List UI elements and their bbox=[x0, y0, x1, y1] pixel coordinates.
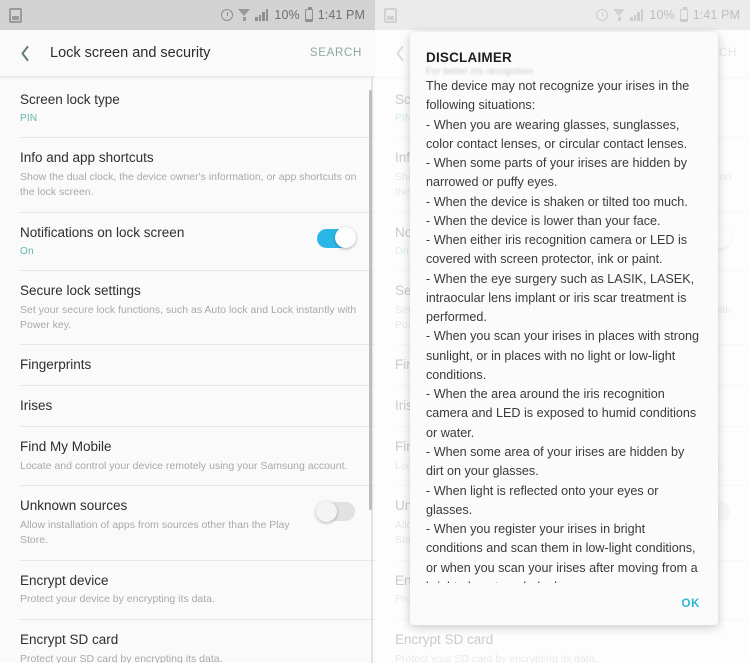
settings-row-subtitle: Locate and control your device remotely … bbox=[20, 460, 348, 472]
settings-row-subtitle: Protect your SD card by encrypting its d… bbox=[395, 652, 598, 663]
settings-row-title: Screen lock type bbox=[20, 92, 120, 107]
search-button[interactable]: SEARCH bbox=[310, 47, 362, 59]
dialog-footer: OK bbox=[426, 583, 702, 625]
settings-row-texts: Fingerprints bbox=[20, 357, 359, 374]
scrollbar-track[interactable] bbox=[369, 0, 373, 663]
alarm-icon bbox=[221, 9, 234, 21]
dialog-paragraph: - When you are wearing glasses, sunglass… bbox=[426, 117, 688, 151]
screenshot-icon bbox=[384, 7, 397, 23]
dialog-paragraph: - When the device is shaken or tilted to… bbox=[426, 194, 688, 209]
dialog-paragraph: - When either iris recognition camera or… bbox=[426, 233, 688, 267]
battery-percent-label: 10% bbox=[649, 8, 675, 22]
settings-row-texts: Irises bbox=[20, 398, 359, 415]
signal-icon bbox=[630, 9, 644, 21]
toggle-knob bbox=[335, 227, 356, 249]
settings-row-texts: Find My Mobile Locate and control your de… bbox=[20, 439, 359, 474]
dialog-paragraph: - When the area around the iris recognit… bbox=[426, 387, 697, 440]
clock-label: 1:41 PM bbox=[692, 8, 740, 22]
dialog-paragraph: The device may not recognize your irises… bbox=[426, 78, 690, 113]
screenshot-icon bbox=[9, 7, 22, 23]
wifi-icon bbox=[238, 9, 251, 21]
status-bar-right-icons: 10% 1:41 PM bbox=[221, 6, 365, 22]
scrollbar-thumb[interactable] bbox=[369, 90, 372, 510]
settings-row-texts: Unknown sources Allow installation of app… bbox=[20, 498, 317, 548]
settings-row-toggle[interactable] bbox=[316, 500, 355, 522]
settings-row-subtitle: Protect your SD card by encrypting its d… bbox=[20, 652, 223, 663]
dialog-paragraph: - When you scan your irises in places wi… bbox=[426, 329, 699, 382]
settings-row[interactable]: Info and app shortcuts Show the dual cloc… bbox=[0, 138, 375, 211]
settings-row[interactable]: Irises bbox=[0, 386, 375, 426]
phone-screen-right: 10% 1:41 PM Lock screen and security SEA… bbox=[375, 0, 750, 663]
settings-row-texts: Secure lock settings Set your secure lock… bbox=[20, 283, 359, 333]
dialog-paragraph: - When you register your irises in brigh… bbox=[426, 522, 698, 583]
settings-row[interactable]: Encrypt device Protect your device by enc… bbox=[0, 561, 375, 619]
status-bar-right: 10% 1:41 PM bbox=[375, 0, 750, 30]
dialog-scrolled-text: For better iris recognition bbox=[426, 66, 534, 76]
signal-icon bbox=[255, 9, 269, 21]
battery-icon bbox=[304, 6, 313, 22]
settings-row-texts: Notifications on lock screen On bbox=[20, 225, 317, 259]
phone-screen-left: 10% 1:41 PM Lock screen and security SEA… bbox=[0, 0, 375, 663]
settings-row: Encrypt SD card Protect your SD card by e… bbox=[375, 620, 750, 663]
settings-row-title: Encrypt SD card bbox=[395, 631, 494, 647]
wifi-icon bbox=[613, 9, 626, 21]
settings-row-subtitle: Protect your device by encrypting its da… bbox=[20, 593, 215, 606]
app-bar-left: Lock screen and security SEARCH bbox=[0, 30, 375, 76]
settings-list[interactable]: Screen lock type PIN Info and app shortcut… bbox=[0, 80, 375, 663]
alarm-icon bbox=[596, 9, 609, 21]
settings-row-texts: Encrypt SD card Protect your SD card by e… bbox=[20, 632, 359, 663]
dialog-paragraph: - When light is reflected onto your eyes… bbox=[426, 483, 659, 517]
ok-button[interactable]: OK bbox=[682, 598, 700, 610]
settings-row-subtitle: On bbox=[20, 245, 34, 257]
settings-row-title: Unknown sources bbox=[20, 498, 128, 514]
battery-icon bbox=[679, 6, 688, 22]
settings-row-texts: Encrypt device Protect your device by enc… bbox=[20, 573, 359, 608]
dialog-body-text[interactable]: The device may not recognize your irises… bbox=[426, 77, 702, 583]
toggle-knob bbox=[316, 500, 337, 522]
settings-row-title: Notifications on lock screen bbox=[20, 224, 185, 240]
settings-row-title: Irises bbox=[20, 398, 53, 414]
screenshot-root: 10% 1:41 PM Lock screen and security SEA… bbox=[0, 0, 750, 663]
settings-row[interactable]: Notifications on lock screen On bbox=[0, 213, 375, 270]
settings-row[interactable]: Encrypt SD card Protect your SD card by e… bbox=[0, 620, 375, 663]
settings-row-title: Secure lock settings bbox=[20, 283, 141, 299]
settings-row[interactable]: Fingerprints bbox=[0, 345, 375, 385]
status-bar-left-icons bbox=[9, 7, 22, 23]
settings-row-title: Fingerprints bbox=[20, 357, 92, 373]
dialog-paragraph: - When the eye surgery such as LASIK, LA… bbox=[426, 271, 695, 325]
dialog-paragraph: - When the device is lower than your fac… bbox=[426, 213, 661, 228]
dialog-paragraph: - When some parts of your irises are hid… bbox=[426, 156, 688, 190]
disclaimer-dialog: DISCLAIMER For better iris recognition T… bbox=[410, 32, 718, 625]
settings-row-texts: Encrypt SD card Protect your SD card by e… bbox=[395, 632, 734, 663]
settings-row-texts: Info and app shortcuts Show the dual cloc… bbox=[20, 150, 359, 200]
settings-row[interactable]: Secure lock settings Set your secure lock… bbox=[0, 271, 375, 344]
settings-row-title: Encrypt device bbox=[20, 572, 109, 588]
back-arrow-icon[interactable] bbox=[14, 44, 32, 62]
status-bar-right-right-icons: 10% 1:41 PM bbox=[596, 6, 740, 22]
status-bar-left: 10% 1:41 PM bbox=[0, 0, 375, 30]
settings-row-subtitle: PIN bbox=[20, 112, 38, 124]
back-arrow-icon[interactable] bbox=[389, 44, 407, 62]
status-bar-right-left-icons bbox=[384, 7, 397, 23]
settings-row-subtitle: Set your secure lock functions, such as … bbox=[20, 303, 357, 332]
settings-row-title: Find My Mobile bbox=[20, 439, 112, 455]
battery-percent-label: 10% bbox=[274, 8, 300, 22]
page-title: Lock screen and security bbox=[50, 45, 211, 61]
settings-row-title: Info and app shortcuts bbox=[20, 150, 154, 166]
settings-row[interactable]: Screen lock type PIN bbox=[0, 80, 375, 137]
settings-row-texts: Screen lock type PIN bbox=[20, 92, 359, 126]
settings-row[interactable]: Find My Mobile Locate and control your de… bbox=[0, 427, 375, 485]
settings-row-subtitle: Allow installation of apps from sources … bbox=[20, 519, 290, 547]
dialog-paragraph: - When some area of your irises are hidd… bbox=[426, 445, 685, 479]
dialog-title: DISCLAIMER bbox=[426, 50, 512, 65]
settings-row-toggle[interactable] bbox=[317, 227, 356, 249]
clock-label: 1:41 PM bbox=[317, 8, 365, 22]
settings-row-subtitle: Show the dual clock, the device owner's … bbox=[20, 171, 357, 199]
settings-row[interactable]: Unknown sources Allow installation of app… bbox=[0, 486, 375, 559]
settings-row-title: Encrypt SD card bbox=[20, 631, 119, 647]
